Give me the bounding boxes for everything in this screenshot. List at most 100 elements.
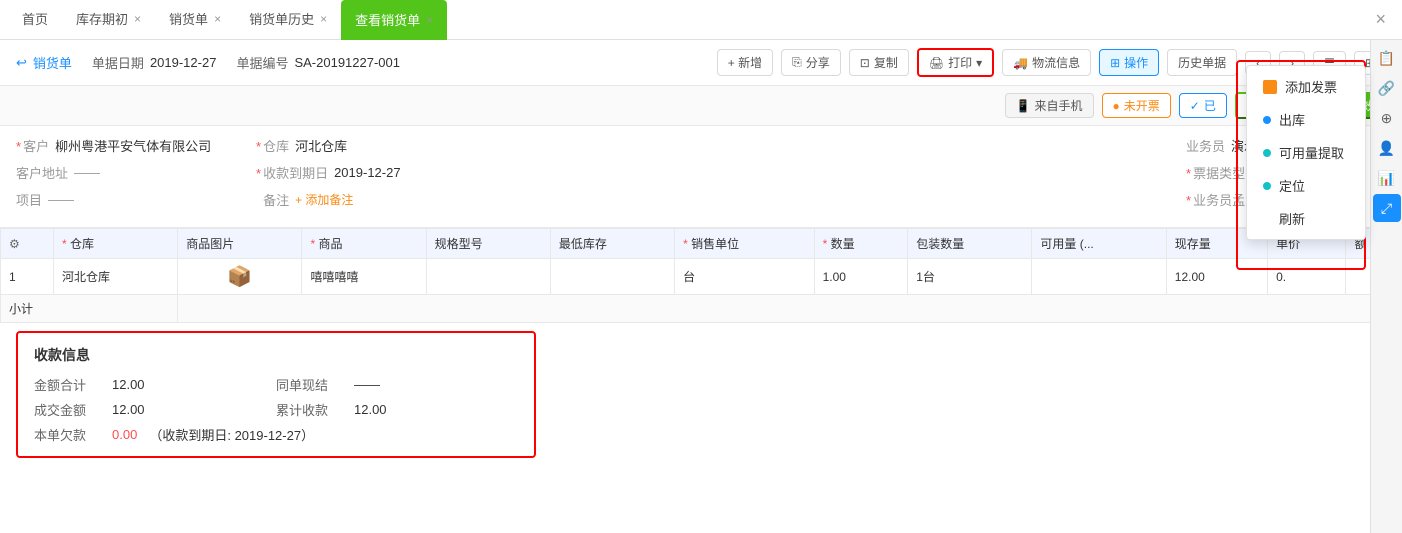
- tab-inventory[interactable]: 库存期初 ×: [62, 0, 155, 40]
- row-qty: 1.00: [814, 259, 908, 295]
- new-button[interactable]: + 新增: [717, 49, 773, 76]
- sidebar-link-icon[interactable]: 🔗: [1373, 74, 1401, 102]
- status-bar: 📱 来自手机 ● 未开票 ✓ 已 ✓ 已核销 ✓ 已生效: [0, 86, 1402, 126]
- main-content: ↩ 销货单 单据日期 2019-12-27 单据编号 SA-20191227-0…: [0, 40, 1402, 533]
- transaction-value: 12.00: [112, 402, 145, 417]
- print-icon: 🖨: [929, 56, 944, 70]
- doc-title: ↩ 销货单: [16, 53, 72, 72]
- address-field: 客户地址 ——: [16, 163, 216, 182]
- row-price: 0.: [1268, 259, 1346, 295]
- project-value: ——: [48, 192, 74, 207]
- not-open-button[interactable]: ● 未开票: [1102, 93, 1171, 118]
- outbound-item[interactable]: 出库: [1247, 103, 1365, 136]
- payment-title: 收款信息: [34, 345, 518, 365]
- close-inventory-tab[interactable]: ×: [134, 12, 141, 26]
- col-qty: * 数量: [814, 229, 908, 259]
- sidebar-user-icon[interactable]: 👤: [1373, 134, 1401, 162]
- settlement-row: 同单现结 ——: [276, 375, 518, 394]
- total-value: 12.00: [112, 377, 145, 392]
- row-available: [1032, 259, 1166, 295]
- from-phone-button[interactable]: 📱 来自手机: [1005, 93, 1094, 118]
- payment-grid: 金额合计 12.00 同单现结 —— 成交金额 12.00 累计收款 12.00: [34, 375, 518, 444]
- doc-header: ↩ 销货单 单据日期 2019-12-27 单据编号 SA-20191227-0…: [0, 40, 1402, 86]
- sidebar-expand-icon[interactable]: ⤢: [1373, 194, 1401, 222]
- settlement-label: 同单现结: [276, 375, 346, 394]
- settings-icon[interactable]: ⚙: [9, 237, 20, 251]
- locate-icon: [1263, 182, 1271, 190]
- form-row-3: 项目 —— *备注 + 添加备注 *业务员孟 ——: [16, 190, 1386, 209]
- tab-sales[interactable]: 销货单 ×: [155, 0, 235, 40]
- subtotal-label: 小计: [1, 295, 178, 323]
- print-button[interactable]: 🖨 打印 ▾: [917, 48, 994, 77]
- no-value: SA-20191227-001: [294, 55, 400, 70]
- arrears-row: 本单欠款 0.00 （收款到期日: 2019-12-27）: [34, 425, 518, 444]
- tab-view-sales[interactable]: 查看销货单 ×: [341, 0, 447, 40]
- note-field: *备注 + 添加备注: [256, 190, 456, 209]
- print-dropdown-icon: ▾: [976, 56, 982, 70]
- history-button[interactable]: 历史单据: [1167, 49, 1237, 76]
- copy-icon: ⊡: [860, 56, 870, 70]
- sidebar-notes-icon[interactable]: 📋: [1373, 44, 1401, 72]
- row-product: 嘻嘻嘻嘻: [302, 259, 426, 295]
- due-date-value: 2019-12-27: [235, 428, 302, 443]
- tab-home[interactable]: 首页: [8, 0, 62, 40]
- available-qty-icon: [1263, 149, 1271, 157]
- sales-order-icon: ↩: [16, 55, 27, 71]
- customer-value: 柳州粤港平安气体有限公司: [55, 136, 211, 155]
- phone-icon: 📱: [1016, 99, 1031, 113]
- payment-date-field: *收款到期日 2019-12-27: [256, 163, 456, 182]
- row-min-stock: [550, 259, 674, 295]
- app-container: 首页 库存期初 × 销货单 × 销货单历史 × 查看销货单 × × ↩ 销货单: [0, 0, 1402, 533]
- accumulated-row: 累计收款 12.00: [276, 400, 518, 419]
- row-spec: [426, 259, 550, 295]
- row-unit: 台: [675, 259, 815, 295]
- copy-button[interactable]: ⊡ 复制: [849, 49, 909, 76]
- product-table: ⚙ * 仓库 商品图片 * 商品 规格型号 最低库存 * 销售单位 * 数量 包…: [0, 228, 1402, 323]
- accumulated-label: 累计收款: [276, 400, 346, 419]
- tab-sales-history[interactable]: 销货单历史 ×: [235, 0, 341, 40]
- operation-button[interactable]: ⊞ 操作: [1099, 49, 1159, 76]
- date-label: 单据日期: [92, 53, 144, 72]
- close-view-sales-tab[interactable]: ×: [426, 13, 433, 27]
- close-sales-tab[interactable]: ×: [214, 12, 221, 26]
- table-section: ⚙ * 仓库 商品图片 * 商品 规格型号 最低库存 * 销售单位 * 数量 包…: [0, 228, 1402, 533]
- customer-field: *客户 柳州粤港平安气体有限公司: [16, 136, 216, 155]
- add-note-button[interactable]: + 添加备注: [295, 191, 353, 208]
- available-qty-item[interactable]: 可用量提取: [1247, 136, 1365, 169]
- no-label: 单据编号: [236, 53, 288, 72]
- doc-date-meta: 单据日期 2019-12-27: [92, 53, 217, 72]
- logistics-button[interactable]: 🚚 物流信息: [1002, 49, 1091, 76]
- share-button[interactable]: ⎘ 分享: [781, 49, 841, 76]
- sidebar-chart-icon[interactable]: 📊: [1373, 164, 1401, 192]
- address-value: ——: [74, 165, 100, 180]
- row-stock: 12.00: [1166, 259, 1267, 295]
- close-history-tab[interactable]: ×: [320, 12, 327, 26]
- locate-item[interactable]: 定位: [1247, 169, 1365, 202]
- right-sidebar: 📋 🔗 ⊕ 👤 📊 ⤢: [1370, 40, 1402, 533]
- transaction-row: 成交金额 12.00: [34, 400, 276, 419]
- close-all-button[interactable]: ×: [1367, 9, 1394, 30]
- operation-dropdown: 添加发票 出库 可用量提取 定位 刷新: [1246, 65, 1366, 240]
- add-invoice-item[interactable]: 添加发票: [1247, 70, 1365, 103]
- col-available: 可用量 (...: [1032, 229, 1166, 259]
- operation-icon: ⊞: [1110, 56, 1120, 70]
- col-settings: ⚙: [1, 229, 54, 259]
- accumulated-value: 12.00: [354, 402, 387, 417]
- circle-icon: ●: [1113, 99, 1120, 113]
- check-button[interactable]: ✓ 已: [1179, 93, 1227, 118]
- warehouse-value: 河北仓库: [295, 136, 347, 155]
- row-pack-qty: 1台: [908, 259, 1032, 295]
- col-unit: * 销售单位: [675, 229, 815, 259]
- refresh-item[interactable]: 刷新: [1247, 202, 1365, 235]
- warehouse-field: *仓库 河北仓库: [256, 136, 456, 155]
- product-image: 📦: [227, 266, 252, 288]
- payment-section: 收款信息 金额合计 12.00 同单现结 —— 成交金额 12.00: [16, 331, 536, 458]
- row-no: 1: [1, 259, 54, 295]
- date-value: 2019-12-27: [150, 55, 217, 70]
- truck-icon: 🚚: [1013, 56, 1028, 70]
- arrears-value: 0.00: [112, 427, 137, 442]
- transaction-label: 成交金额: [34, 400, 104, 419]
- total-label: 金额合计: [34, 375, 104, 394]
- form-row-2: 客户地址 —— *收款到期日 2019-12-27 *票据类型 不开票: [16, 163, 1386, 182]
- sidebar-add-icon[interactable]: ⊕: [1373, 104, 1401, 132]
